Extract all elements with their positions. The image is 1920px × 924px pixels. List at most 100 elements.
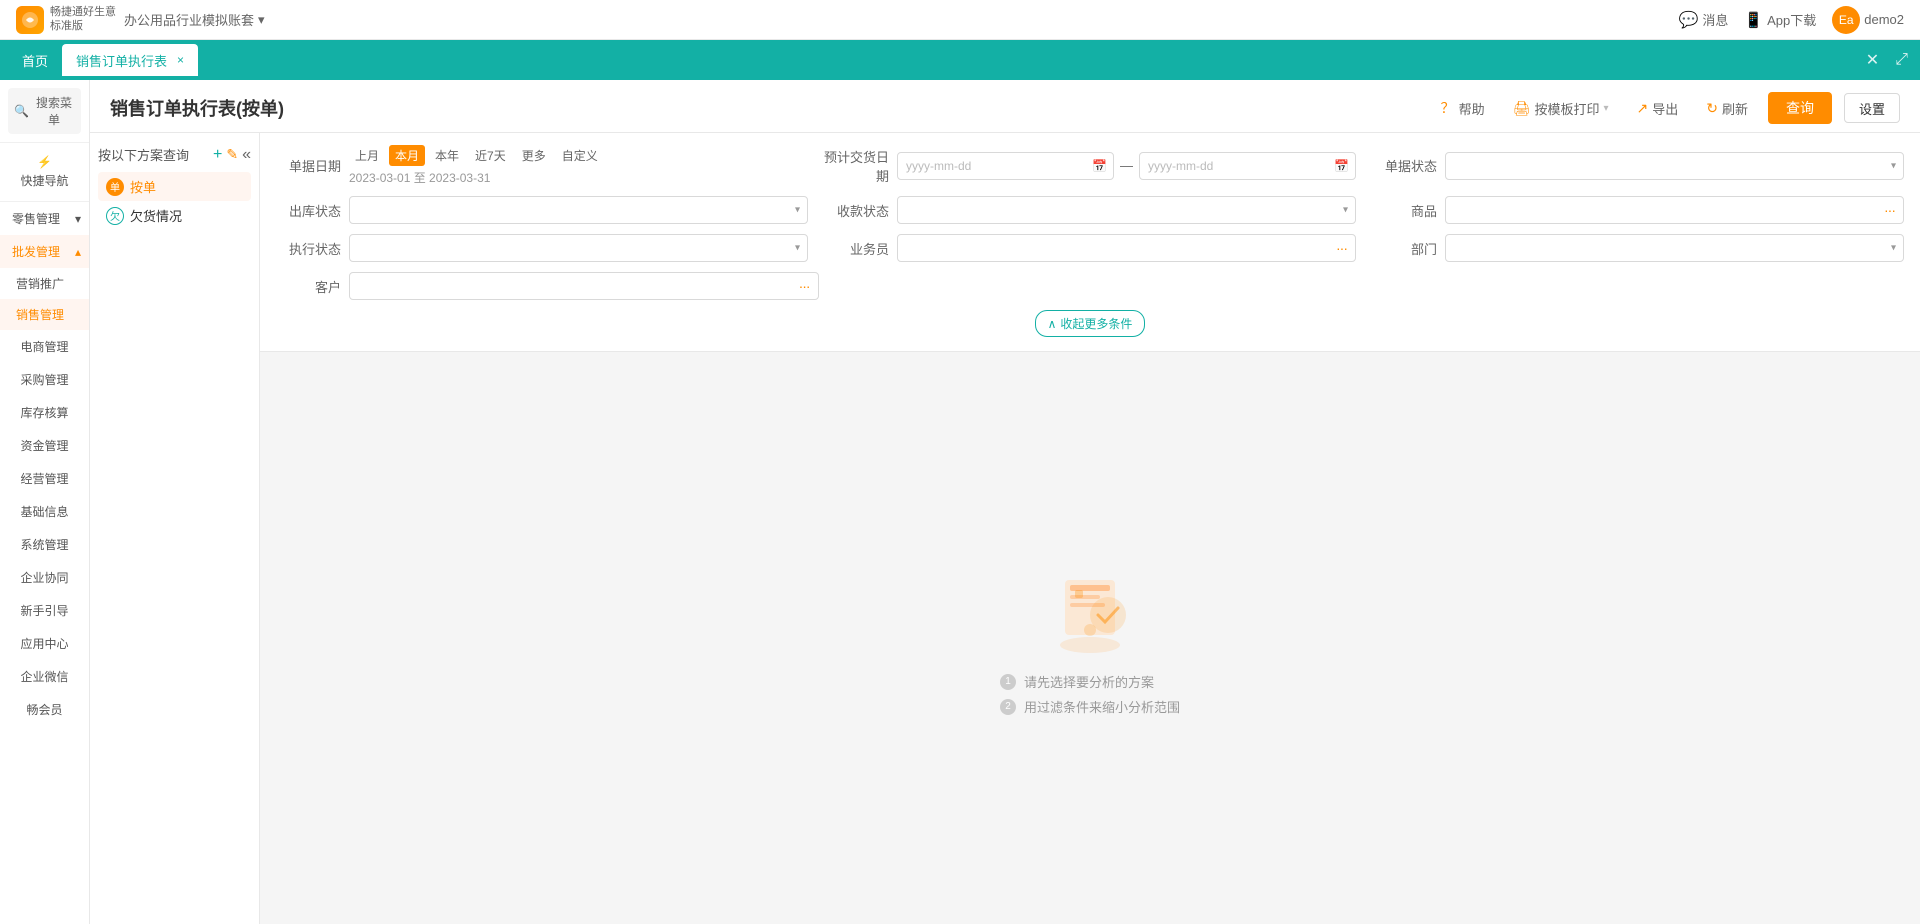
- sidebar-item-shortcuts[interactable]: ⚡ 快捷导航: [0, 147, 89, 197]
- scheme-item-按单[interactable]: 单 按单: [98, 172, 251, 201]
- sidebar-item-marketing[interactable]: 营销推广: [0, 268, 89, 299]
- collapse-label: 收起更多条件: [1060, 315, 1132, 332]
- salesperson-dots-icon: ···: [1336, 240, 1347, 256]
- sidebar-item-ecommerce[interactable]: 电商管理: [0, 330, 89, 363]
- user-action[interactable]: Ea demo2: [1832, 6, 1904, 34]
- sidebar-item-system[interactable]: 系统管理: [0, 528, 89, 561]
- goods-label: 商品: [1372, 201, 1437, 220]
- sidebar-item-sales[interactable]: 销售管理: [0, 299, 89, 330]
- table-area: 1 请先选择要分析的方案 2 用过滤条件来缩小分析范围: [260, 352, 1920, 924]
- filter-dept-item: 部门 ▾: [1372, 234, 1904, 262]
- date-tag-本年[interactable]: 本年: [429, 145, 465, 166]
- app-download-action[interactable]: 📱 App下载: [1744, 10, 1816, 29]
- breadcrumb-text: 办公用品行业模拟账套: [124, 10, 254, 29]
- sidebar-item-apps[interactable]: 应用中心: [0, 627, 89, 660]
- date-tag-近7天[interactable]: 近7天: [469, 145, 512, 166]
- sidebar-search-btn[interactable]: 🔍 搜索菜单: [8, 88, 81, 134]
- content-area: 销售订单执行表(按单) ？ 帮助 🖨 按模板打印 ▾ ↗ 导出 ↻ 刷新: [90, 80, 1920, 924]
- date-tag-上月[interactable]: 上月: [349, 145, 385, 166]
- out-status-select[interactable]: ▾: [349, 196, 808, 224]
- sidebar-items: 零售管理 ▾ 批发管理 ▴ 营销推广 销售管理 电商管理 采购管理 库存核算: [0, 202, 89, 726]
- export-label: 导出: [1652, 99, 1678, 118]
- search-icon: 🔍: [14, 104, 29, 118]
- print-icon: 🖨: [1513, 100, 1531, 117]
- shortcuts-icon: ⚡: [37, 155, 52, 169]
- message-action[interactable]: 💬 消息: [1678, 10, 1728, 30]
- scheme-label-按单: 按单: [130, 177, 156, 196]
- refresh-btn[interactable]: ↻ 刷新: [1698, 95, 1756, 122]
- expected-date-end[interactable]: yyyy-mm-dd 📅: [1139, 152, 1356, 180]
- goods-select[interactable]: ···: [1445, 196, 1904, 224]
- tab-close-icon[interactable]: ×: [177, 53, 184, 67]
- status-select[interactable]: ▾: [1445, 152, 1904, 180]
- collection-status-select[interactable]: ▾: [897, 196, 1356, 224]
- tab-close-btn[interactable]: ✕: [1862, 46, 1883, 74]
- salesperson-control: ···: [897, 234, 1356, 262]
- top-header: 畅捷通好生意 标准版 办公用品行业模拟账套 ▾ 💬 消息 📱 App下载 Ea …: [0, 0, 1920, 40]
- message-label: 消息: [1702, 10, 1728, 29]
- message-icon: 💬: [1678, 10, 1698, 30]
- export-btn[interactable]: ↗ 导出: [1628, 95, 1686, 122]
- sidebar-item-enterprise[interactable]: 企业协同: [0, 561, 89, 594]
- filter-customer-item: 客户 ···: [276, 272, 819, 300]
- date-tag-更多[interactable]: 更多: [516, 145, 552, 166]
- customer-dots-icon: ···: [799, 278, 810, 294]
- sidebar-item-guide[interactable]: 新手引导: [0, 594, 89, 627]
- scheme-actions: + ✎ «: [213, 146, 251, 164]
- search-btn[interactable]: 查询: [1768, 92, 1832, 124]
- refresh-icon: ↻: [1706, 100, 1718, 117]
- date-tag-本月[interactable]: 本月: [389, 145, 425, 166]
- breadcrumb-selector[interactable]: 办公用品行业模拟账套 ▾: [124, 10, 265, 29]
- sidebar-item-finance[interactable]: 资金管理: [0, 429, 89, 462]
- logo-text-line1: 畅捷通好生意: [50, 6, 116, 19]
- sidebar-item-retail[interactable]: 零售管理 ▾: [0, 202, 89, 235]
- sidebar-item-purchase[interactable]: 采购管理: [0, 363, 89, 396]
- sidebar-item-operation[interactable]: 经营管理: [0, 462, 89, 495]
- help-icon: ？: [1441, 98, 1455, 118]
- sidebar-item-basic[interactable]: 基础信息: [0, 495, 89, 528]
- print-label: 按模板打印: [1534, 99, 1599, 118]
- date-tag-自定义[interactable]: 自定义: [556, 145, 604, 166]
- tab-active[interactable]: 销售订单执行表 ×: [62, 44, 198, 76]
- sidebar-item-wechat[interactable]: 企业微信: [0, 660, 89, 693]
- empty-step-2-text: 用过滤条件来缩小分析范围: [1024, 697, 1180, 716]
- dept-select[interactable]: ▾: [1445, 234, 1904, 262]
- collapse-btn[interactable]: ∧ 收起更多条件: [1035, 310, 1146, 337]
- print-btn[interactable]: 🖨 按模板打印 ▾: [1505, 95, 1617, 122]
- scheme-header: 按以下方案查询 + ✎ «: [98, 145, 251, 164]
- scheme-add-btn[interactable]: +: [213, 146, 222, 164]
- filter-row-2: 出库状态 ▾ 收款状态 ▾: [276, 196, 1904, 224]
- header-left: 畅捷通好生意 标准版 办公用品行业模拟账套 ▾: [16, 6, 265, 34]
- scheme-panel: 按以下方案查询 + ✎ « 单 按单 欠 欠货情况: [90, 133, 260, 924]
- phone-icon: 📱: [1744, 11, 1763, 29]
- finance-label: 资金管理: [20, 437, 68, 454]
- expected-date-start[interactable]: yyyy-mm-dd 📅: [897, 152, 1114, 180]
- search-label: 搜索菜单: [33, 94, 75, 128]
- sidebar-item-member[interactable]: 畅会员: [0, 693, 89, 726]
- sidebar-search-area: 🔍 搜索菜单: [0, 80, 89, 143]
- scheme-collapse-btn[interactable]: «: [242, 146, 251, 164]
- sidebar-item-inventory[interactable]: 库存核算: [0, 396, 89, 429]
- salesperson-select[interactable]: ···: [897, 234, 1356, 262]
- avatar-text: Ea: [1839, 13, 1854, 27]
- operation-label: 经营管理: [20, 470, 68, 487]
- tab-bar: 首页 销售订单执行表 × ✕ ⤢: [0, 40, 1920, 80]
- settings-btn[interactable]: 设置: [1844, 93, 1900, 123]
- print-arrow: ▾: [1603, 103, 1608, 114]
- tab-expand-btn[interactable]: ⤢: [1891, 47, 1912, 73]
- scheme-item-欠货情况[interactable]: 欠 欠货情况: [98, 201, 251, 230]
- calendar-end-icon: 📅: [1334, 159, 1349, 173]
- scheme-label-欠货情况: 欠货情况: [130, 206, 182, 225]
- customer-control: ···: [349, 272, 819, 300]
- status-control: ▾: [1445, 152, 1904, 180]
- logo-icon: [16, 6, 44, 34]
- filter-expected-date-item: 预计交货日期 yyyy-mm-dd 📅 — yyyy-mm-dd 📅: [824, 147, 1356, 185]
- scheme-edit-btn[interactable]: ✎: [226, 146, 238, 163]
- tab-home[interactable]: 首页: [8, 44, 62, 76]
- customer-select[interactable]: ···: [349, 272, 819, 300]
- sidebar-item-wholesale[interactable]: 批发管理 ▴: [0, 235, 89, 268]
- status-label: 单据状态: [1372, 156, 1437, 175]
- help-btn[interactable]: ？ 帮助: [1433, 94, 1493, 122]
- exec-status-select[interactable]: ▾: [349, 234, 808, 262]
- date-filter-control: 上月 本月 本年 近7天 更多 自定义 2023-03-01 至 2023-03…: [349, 145, 808, 186]
